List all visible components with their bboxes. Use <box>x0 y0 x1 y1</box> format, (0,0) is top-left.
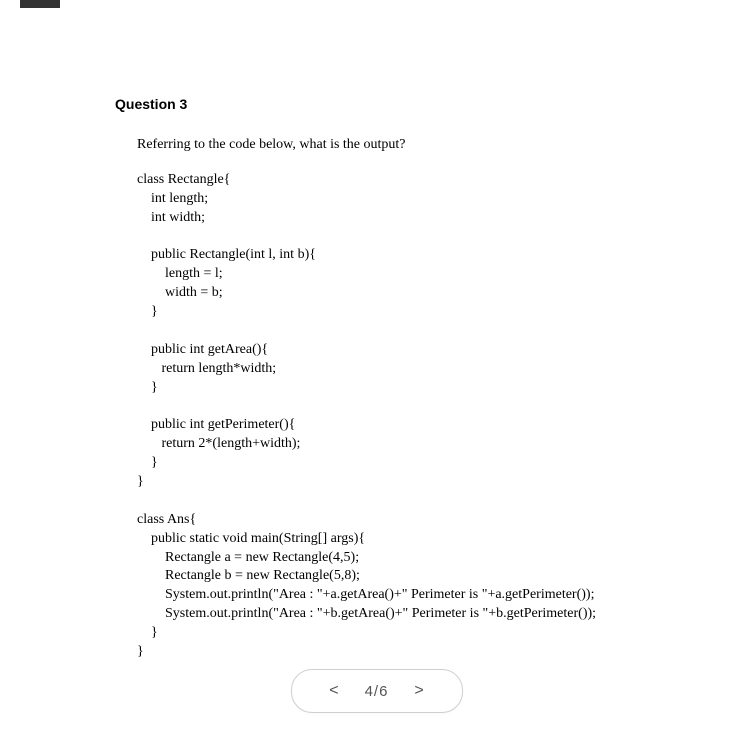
page-position: 4/6 <box>365 683 389 700</box>
code-listing: class Rectangle{ int length; int width; … <box>137 171 713 662</box>
page-navigator: < 4/6 > <box>291 669 463 713</box>
question-prompt: Referring to the code below, what is the… <box>137 136 713 155</box>
question-page: Question 3 Referring to the code below, … <box>115 95 713 661</box>
next-page-button[interactable]: > <box>414 683 423 699</box>
prev-page-button[interactable]: < <box>329 683 338 699</box>
window-top-stub <box>20 0 60 8</box>
question-heading: Question 3 <box>115 95 713 114</box>
question-content: Referring to the code below, what is the… <box>115 136 713 662</box>
